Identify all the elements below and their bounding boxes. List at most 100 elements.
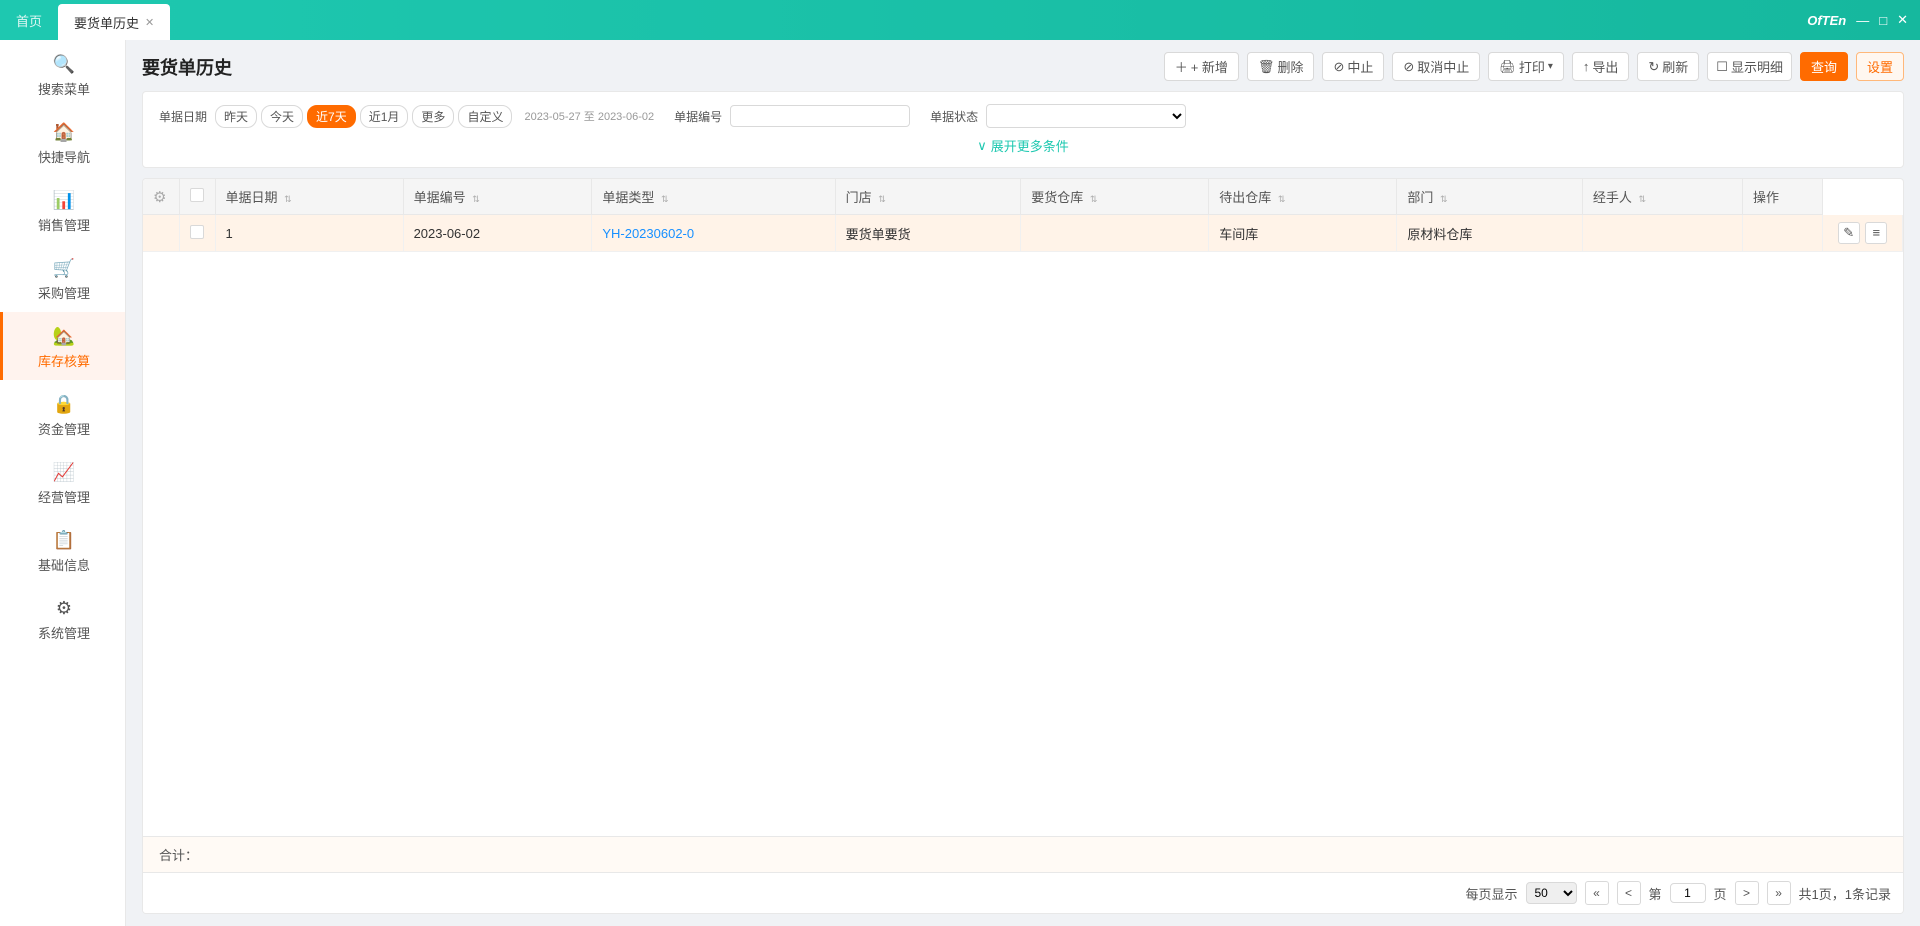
th-ops: 操作: [1743, 179, 1823, 215]
print-dropdown-icon: ▾: [1548, 61, 1553, 72]
cancel-stop-label: 取消中止: [1417, 57, 1469, 76]
search-menu-icon: 🔍: [53, 54, 75, 75]
tab-order-history-label: 要货单历史: [74, 13, 139, 32]
th-ops-label: 操作: [1753, 190, 1779, 205]
date-btn-1month[interactable]: 近1月: [360, 105, 409, 128]
td-date: 2023-06-02: [403, 215, 592, 252]
date-btn-7days[interactable]: 近7天: [307, 105, 356, 128]
display-cell-btn[interactable]: ☐ 显示明细: [1707, 52, 1792, 81]
th-store-label: 门店: [846, 190, 872, 205]
date-btn-custom[interactable]: 自定义: [458, 105, 512, 128]
pagination-bar: 每页显示 20 50 100 « < 第 页 > » 共1页，1条记录: [143, 872, 1903, 913]
page-label-after: 页: [1714, 884, 1727, 903]
print-label: 打印: [1519, 57, 1545, 76]
export-button[interactable]: ↑ 导出: [1572, 52, 1630, 81]
td-store: [1021, 215, 1209, 252]
checkbox-display-cell: ☐: [1716, 59, 1728, 75]
sidebar-item-purchase-mgmt[interactable]: 🛒 采购管理: [0, 244, 125, 312]
summary-row: 合计：: [143, 836, 1903, 872]
th-type-sort-icon: ⇅: [661, 194, 669, 204]
content-area: 要货单历史 ＋ + 新增 🗑 删除 ⊘ 中止 ⊘ 取消中止: [126, 40, 1920, 926]
date-filter-btns: 昨天 今天 近7天 近1月 更多 自定义: [215, 105, 512, 128]
td-dept: [1582, 215, 1742, 252]
add-button[interactable]: ＋ + 新增: [1164, 52, 1239, 81]
tab-order-history[interactable]: 要货单历史 ✕: [58, 4, 170, 40]
th-type-label: 单据类型: [602, 190, 654, 205]
sidebar-item-finance-mgmt-label: 资金管理: [38, 419, 90, 438]
th-orderno: 单据编号 ⇅: [403, 179, 592, 215]
date-btn-today[interactable]: 今天: [261, 105, 303, 128]
print-button[interactable]: 🖨 打印 ▾: [1488, 52, 1564, 81]
sidebar-item-basic-info[interactable]: 📋 基础信息: [0, 516, 125, 584]
select-all-checkbox[interactable]: [190, 188, 204, 202]
expand-more-label: 展开更多条件: [991, 136, 1069, 155]
refresh-label: 刷新: [1662, 57, 1688, 76]
next-page-btn[interactable]: >: [1735, 881, 1759, 905]
stop-icon: ⊘: [1333, 59, 1344, 75]
sidebar-item-finance-mgmt[interactable]: 🔒 资金管理: [0, 380, 125, 448]
last-page-btn[interactable]: »: [1767, 881, 1791, 905]
export-icon: ↑: [1583, 59, 1590, 74]
sidebar-item-sales-mgmt[interactable]: 📊 销售管理: [0, 176, 125, 244]
cancel-stop-button[interactable]: ⊘ 取消中止: [1392, 52, 1480, 81]
orderno-input[interactable]: [730, 105, 910, 127]
th-date-sort-icon: ⇅: [284, 194, 292, 204]
expand-more-btn[interactable]: ∨ 展开更多条件: [159, 136, 1887, 155]
refresh-button[interactable]: ↻ 刷新: [1637, 52, 1699, 81]
tab-home[interactable]: 首页: [0, 0, 58, 40]
th-date: 单据日期 ⇅: [215, 179, 403, 215]
row-more-icon[interactable]: ≡: [1865, 222, 1887, 244]
orderno-filter-label: 单据编号: [674, 108, 722, 125]
sidebar-item-search-menu[interactable]: 🔍 搜索菜单: [0, 40, 125, 108]
page-title-bar: 要货单历史 ＋ + 新增 🗑 删除 ⊘ 中止 ⊘ 取消中止: [142, 52, 1904, 81]
query-button[interactable]: 查询: [1800, 52, 1848, 81]
first-page-btn[interactable]: «: [1585, 881, 1609, 905]
quick-nav-icon: 🏠: [53, 122, 75, 143]
th-settings: ⚙: [143, 179, 179, 215]
th-checkbox: [179, 179, 215, 215]
maximize-btn[interactable]: □: [1879, 13, 1887, 28]
basic-info-icon: 📋: [53, 530, 75, 551]
export-label: 导出: [1592, 57, 1618, 76]
purchase-mgmt-icon: 🛒: [53, 258, 75, 279]
date-btn-yesterday[interactable]: 昨天: [215, 105, 257, 128]
th-handler-label: 经手人: [1593, 190, 1632, 205]
th-handler-sort-icon: ⇅: [1639, 194, 1647, 204]
delete-icon: 🗑: [1258, 59, 1275, 75]
sidebar-item-quick-nav[interactable]: 🏠 快捷导航: [0, 108, 125, 176]
date-btn-more[interactable]: 更多: [412, 105, 454, 128]
sidebar-item-sales-mgmt-label: 销售管理: [38, 215, 90, 234]
page-input[interactable]: [1670, 883, 1706, 903]
delete-button[interactable]: 🗑 删除: [1247, 52, 1315, 81]
row-edit-icon[interactable]: ✎: [1838, 222, 1860, 244]
th-pending-warehouse: 待出仓库 ⇅: [1209, 179, 1397, 215]
row-orderno-link[interactable]: YH-20230602-0: [602, 226, 694, 241]
th-handler: 经手人 ⇅: [1582, 179, 1742, 215]
td-num: 1: [215, 215, 403, 252]
per-page-select[interactable]: 20 50 100: [1526, 882, 1577, 904]
td-checkbox: [179, 215, 215, 252]
sidebar-item-sys-mgmt[interactable]: ⚙ 系统管理: [0, 584, 125, 652]
close-btn[interactable]: ✕: [1897, 12, 1908, 28]
sidebar-item-ops-mgmt[interactable]: 📈 经营管理: [0, 448, 125, 516]
settings-label: 设置: [1867, 57, 1893, 76]
table-container: ⚙ 单据日期 ⇅ 单据编号 ⇅: [142, 178, 1904, 914]
table-scroll-area[interactable]: ⚙ 单据日期 ⇅ 单据编号 ⇅: [143, 179, 1903, 836]
status-select[interactable]: [986, 104, 1186, 128]
sidebar-item-inventory-mgmt[interactable]: 🏡 库存核算: [0, 312, 125, 380]
filter-row: 单据日期 昨天 今天 近7天 近1月 更多 自定义 2023-05-27 至 2…: [159, 104, 1887, 128]
stop-button[interactable]: ⊘ 中止: [1322, 52, 1384, 81]
th-dept-label: 部门: [1407, 190, 1433, 205]
date-filter-group: 单据日期 昨天 今天 近7天 近1月 更多 自定义 2023-05-27 至 2…: [159, 105, 654, 128]
settings-button[interactable]: 设置: [1856, 52, 1904, 81]
table-row[interactable]: 1 2023-06-02 YH-20230602-0 要货单要货: [143, 215, 1903, 252]
table-settings-icon[interactable]: ⚙: [153, 189, 166, 206]
row-pending-warehouse: 原材料仓库: [1407, 227, 1472, 242]
minimize-btn[interactable]: —: [1856, 13, 1869, 28]
th-orderno-sort-icon: ⇅: [472, 194, 480, 204]
toolbar: ＋ + 新增 🗑 删除 ⊘ 中止 ⊘ 取消中止 🖨 打印: [1164, 52, 1904, 81]
tab-close-icon[interactable]: ✕: [145, 16, 154, 29]
row-checkbox[interactable]: [190, 225, 204, 239]
stop-label: 中止: [1347, 57, 1373, 76]
prev-page-btn[interactable]: <: [1617, 881, 1641, 905]
